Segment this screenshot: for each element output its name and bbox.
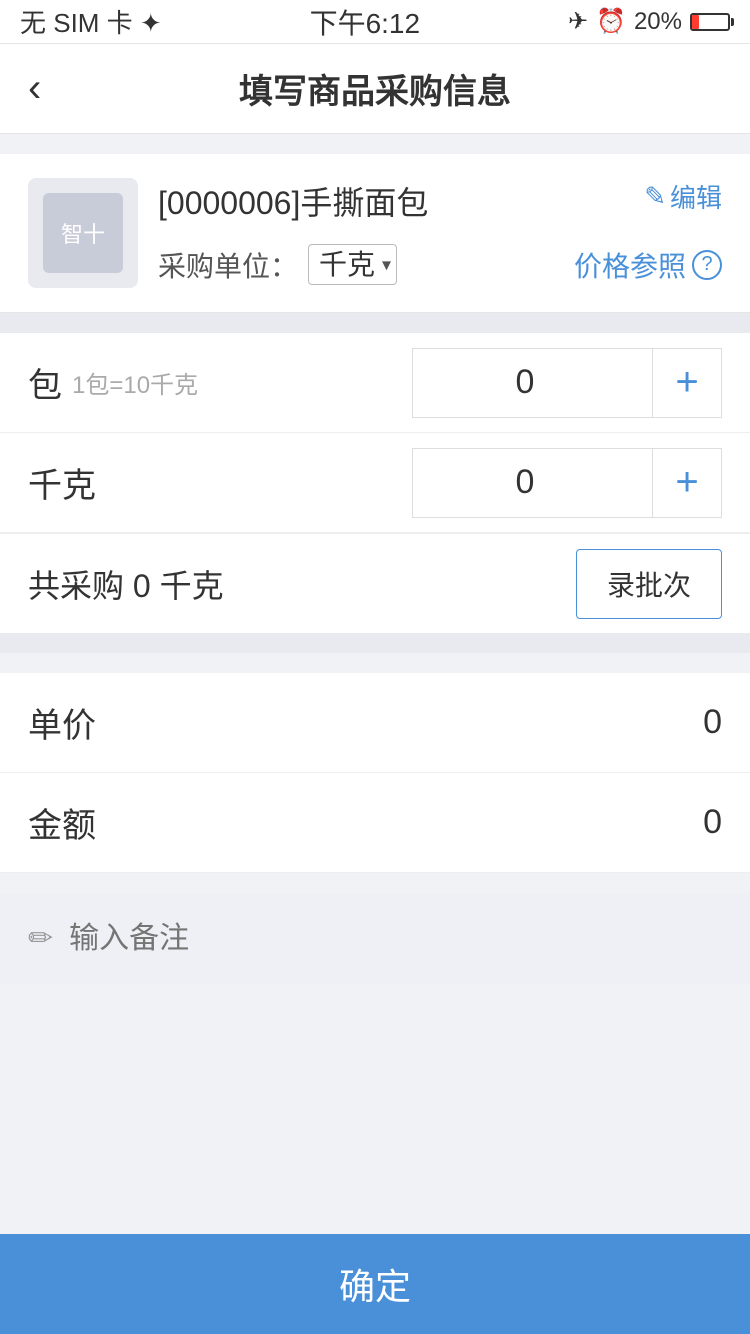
unit-row: 采购单位： 千克 包 — [158, 244, 397, 285]
input-label-kg: 千克 — [28, 458, 96, 507]
unit-price-value: 0 — [703, 703, 722, 742]
product-info: [0000006]手撕面包 ✎ 编辑 采购单位： 千克 包 价格参照 ? — [158, 178, 722, 285]
qty-plus-kg[interactable]: + — [652, 448, 722, 518]
input-label-bao: 包 — [28, 358, 62, 407]
unit-price-label: 单价 — [28, 698, 96, 747]
input-row-bao: 包 1包=10千克 + — [0, 333, 750, 433]
remark-input[interactable] — [69, 922, 722, 956]
product-card: 智十 [0000006]手撕面包 ✎ 编辑 采购单位： 千克 包 — [0, 154, 750, 313]
sim-label: 无 SIM 卡 ✦ — [20, 3, 162, 40]
amount-label: 金额 — [28, 798, 96, 847]
content-spacer — [0, 984, 750, 1184]
status-right: ✈ ⏰ 20% — [568, 7, 730, 36]
unit-select-wrapper[interactable]: 千克 包 — [308, 244, 397, 285]
input-row-kg: 千克 + — [0, 433, 750, 533]
edit-icon: ✎ — [644, 181, 666, 212]
edit-button[interactable]: ✎ 编辑 — [644, 178, 722, 215]
back-button[interactable]: ‹ — [28, 66, 41, 111]
price-ref-icon: ? — [692, 250, 722, 280]
product-image: 智十 — [28, 178, 138, 288]
status-left: 无 SIM 卡 ✦ — [20, 3, 162, 40]
qty-plus-bao[interactable]: + — [652, 348, 722, 418]
price-section: 单价 0 金额 0 — [0, 673, 750, 873]
total-label: 共采购 0 千克 — [28, 561, 224, 607]
battery-percent: 20% — [634, 8, 682, 36]
price-ref-button[interactable]: 价格参照 ? — [574, 245, 722, 285]
input-right-kg: + — [412, 448, 722, 518]
input-right-bao: + — [412, 348, 722, 418]
price-row-unit: 单价 0 — [0, 673, 750, 773]
nav-bar: ‹ 填写商品采购信息 — [0, 44, 750, 134]
remark-section: ✏ — [0, 893, 750, 984]
status-bar: 无 SIM 卡 ✦ 下午6:12 ✈ ⏰ 20% — [0, 0, 750, 44]
unit-select[interactable]: 千克 包 — [308, 244, 397, 285]
total-row: 共采购 0 千克 录批次 — [0, 533, 750, 633]
page-title: 填写商品采购信息 — [239, 64, 511, 113]
record-batch-button[interactable]: 录批次 — [576, 549, 722, 619]
section-divider-1 — [0, 313, 750, 333]
status-time: 下午6:12 — [310, 2, 421, 42]
battery-icon — [690, 13, 730, 31]
location-icon: ✈ — [568, 7, 588, 36]
product-logo: 智十 — [43, 193, 123, 273]
qty-input-kg[interactable] — [412, 448, 652, 518]
alarm-icon: ⏰ — [596, 7, 626, 36]
product-name: [0000006]手撕面包 — [158, 178, 644, 224]
section-divider-2 — [0, 633, 750, 653]
confirm-button[interactable]: 确定 — [0, 1234, 750, 1334]
unit-label: 采购单位： — [158, 245, 298, 285]
amount-value: 0 — [703, 803, 722, 842]
qty-input-bao[interactable] — [412, 348, 652, 418]
input-section: 包 1包=10千克 + 千克 + 共采购 0 千克 录批次 — [0, 333, 750, 633]
input-sublabel-bao: 1包=10千克 — [72, 365, 198, 400]
price-row-total: 金额 0 — [0, 773, 750, 873]
pencil-icon: ✏ — [28, 921, 53, 956]
product-top-row: [0000006]手撕面包 ✎ 编辑 — [158, 178, 722, 224]
product-bottom-row: 采购单位： 千克 包 价格参照 ? — [158, 244, 722, 285]
